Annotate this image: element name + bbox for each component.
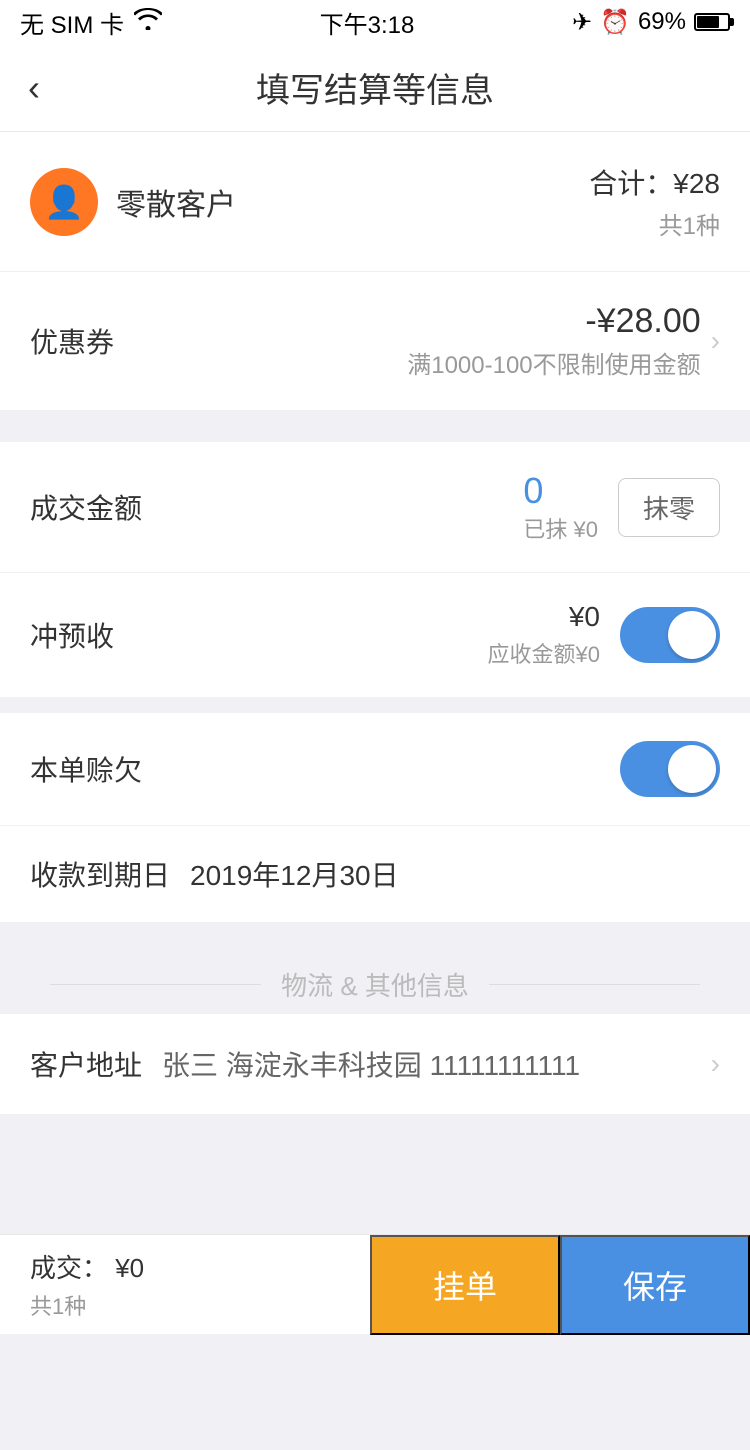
save-button[interactable]: 保存 [560, 1235, 750, 1335]
customer-total: 合计：¥28 共1种 [589, 162, 720, 241]
section-divider-3 [0, 938, 750, 954]
battery-icon [694, 13, 730, 31]
time-display: 下午3:18 [320, 5, 415, 40]
address-chevron-icon: › [711, 1048, 720, 1080]
hang-order-button[interactable]: 挂单 [370, 1235, 560, 1335]
customer-info: 👤 零散客户 [30, 168, 236, 236]
transaction-section: 成交金额 0 已抹 ¥0 抹零 冲预收 ¥0 应收金额¥0 [0, 442, 750, 697]
total-amount: 合计：¥28 [589, 162, 720, 202]
bottom-deal-amount: 成交： ¥0 [30, 1248, 340, 1285]
address-section: 客户地址 张三 海淀永丰科技园 11111111111 › [0, 1014, 750, 1114]
alarm-icon: ⏰ [600, 8, 630, 37]
coupon-right: -¥28.00 满1000-100不限制使用金额 › [407, 302, 720, 380]
battery-text: 69% [638, 8, 686, 36]
pre-receive-row: 冲预收 ¥0 应收金额¥0 [0, 573, 750, 697]
pre-receive-toggle[interactable] [620, 607, 720, 663]
credit-toggle[interactable] [620, 741, 720, 797]
transaction-value[interactable]: 0 [523, 470, 598, 512]
credit-section: 本单赊欠 收款到期日 2019年12月30日 [0, 713, 750, 922]
pre-receive-right: ¥0 应收金额¥0 [488, 601, 720, 669]
address-value: 张三 海淀永丰科技园 11111111111 [162, 1044, 711, 1084]
avatar: 👤 [30, 168, 98, 236]
status-right: ✈ ⏰ 69% [572, 8, 730, 37]
status-left: 无 SIM 卡 [20, 5, 162, 40]
bottom-deal-count: 共1种 [30, 1289, 340, 1321]
customer-row: 👤 零散客户 合计：¥28 共1种 [0, 132, 750, 271]
nav-bar: ‹ 填写结算等信息 [0, 44, 750, 132]
logistics-text: 物流 & 其他信息 [261, 966, 489, 1003]
avatar-icon: 👤 [44, 183, 84, 221]
total-count: 共1种 [589, 206, 720, 241]
transaction-value-container: 0 已抹 ¥0 [523, 470, 598, 544]
carrier-text: 无 SIM 卡 [20, 5, 124, 40]
transaction-right: 0 已抹 ¥0 抹零 [523, 470, 720, 544]
due-date-row[interactable]: 收款到期日 2019年12月30日 [0, 825, 750, 922]
chevron-right-icon: › [711, 325, 720, 357]
section-divider-2 [0, 697, 750, 713]
transaction-label: 成交金额 [30, 487, 142, 527]
transaction-row: 成交金额 0 已抹 ¥0 抹零 [0, 442, 750, 573]
credit-label: 本单赊欠 [30, 749, 142, 789]
credit-row: 本单赊欠 [0, 713, 750, 825]
pre-receive-values: ¥0 应收金额¥0 [488, 601, 600, 669]
pre-receive-sub: 应收金额¥0 [488, 637, 600, 669]
section-divider-1 [0, 426, 750, 442]
coupon-label: 优惠券 [30, 321, 114, 361]
coupon-amount: -¥28.00 [407, 302, 700, 341]
coupon-description: 满1000-100不限制使用金额 [407, 345, 700, 380]
pre-receive-label: 冲预收 [30, 615, 114, 655]
due-date-value: 2019年12月30日 [190, 854, 399, 894]
bottom-deal-info: 成交： ¥0 共1种 [0, 1248, 370, 1321]
transaction-sub: 已抹 ¥0 [523, 512, 598, 544]
credit-toggle-knob [668, 745, 716, 793]
customer-section: 👤 零散客户 合计：¥28 共1种 优惠券 -¥28.00 满1000-100不… [0, 132, 750, 410]
page-title: 填写结算等信息 [256, 63, 494, 112]
customer-name: 零散客户 [116, 180, 236, 224]
logistics-divider: 物流 & 其他信息 [0, 954, 750, 1014]
wifi-icon [134, 8, 162, 37]
bottom-bar: 成交： ¥0 共1种 挂单 保存 [0, 1234, 750, 1334]
address-label: 客户地址 [30, 1044, 142, 1084]
coupon-row[interactable]: 优惠券 -¥28.00 满1000-100不限制使用金额 › [0, 271, 750, 410]
rub-zero-button[interactable]: 抹零 [618, 478, 720, 537]
status-bar: 无 SIM 卡 下午3:18 ✈ ⏰ 69% [0, 0, 750, 44]
address-row[interactable]: 客户地址 张三 海淀永丰科技园 11111111111 › [0, 1014, 750, 1114]
coupon-info: -¥28.00 满1000-100不限制使用金额 [407, 302, 700, 380]
back-button[interactable]: ‹ [28, 67, 40, 109]
pre-receive-main: ¥0 [488, 601, 600, 633]
location-icon: ✈ [572, 8, 592, 37]
due-date-label: 收款到期日 [30, 854, 170, 894]
toggle-knob [668, 611, 716, 659]
